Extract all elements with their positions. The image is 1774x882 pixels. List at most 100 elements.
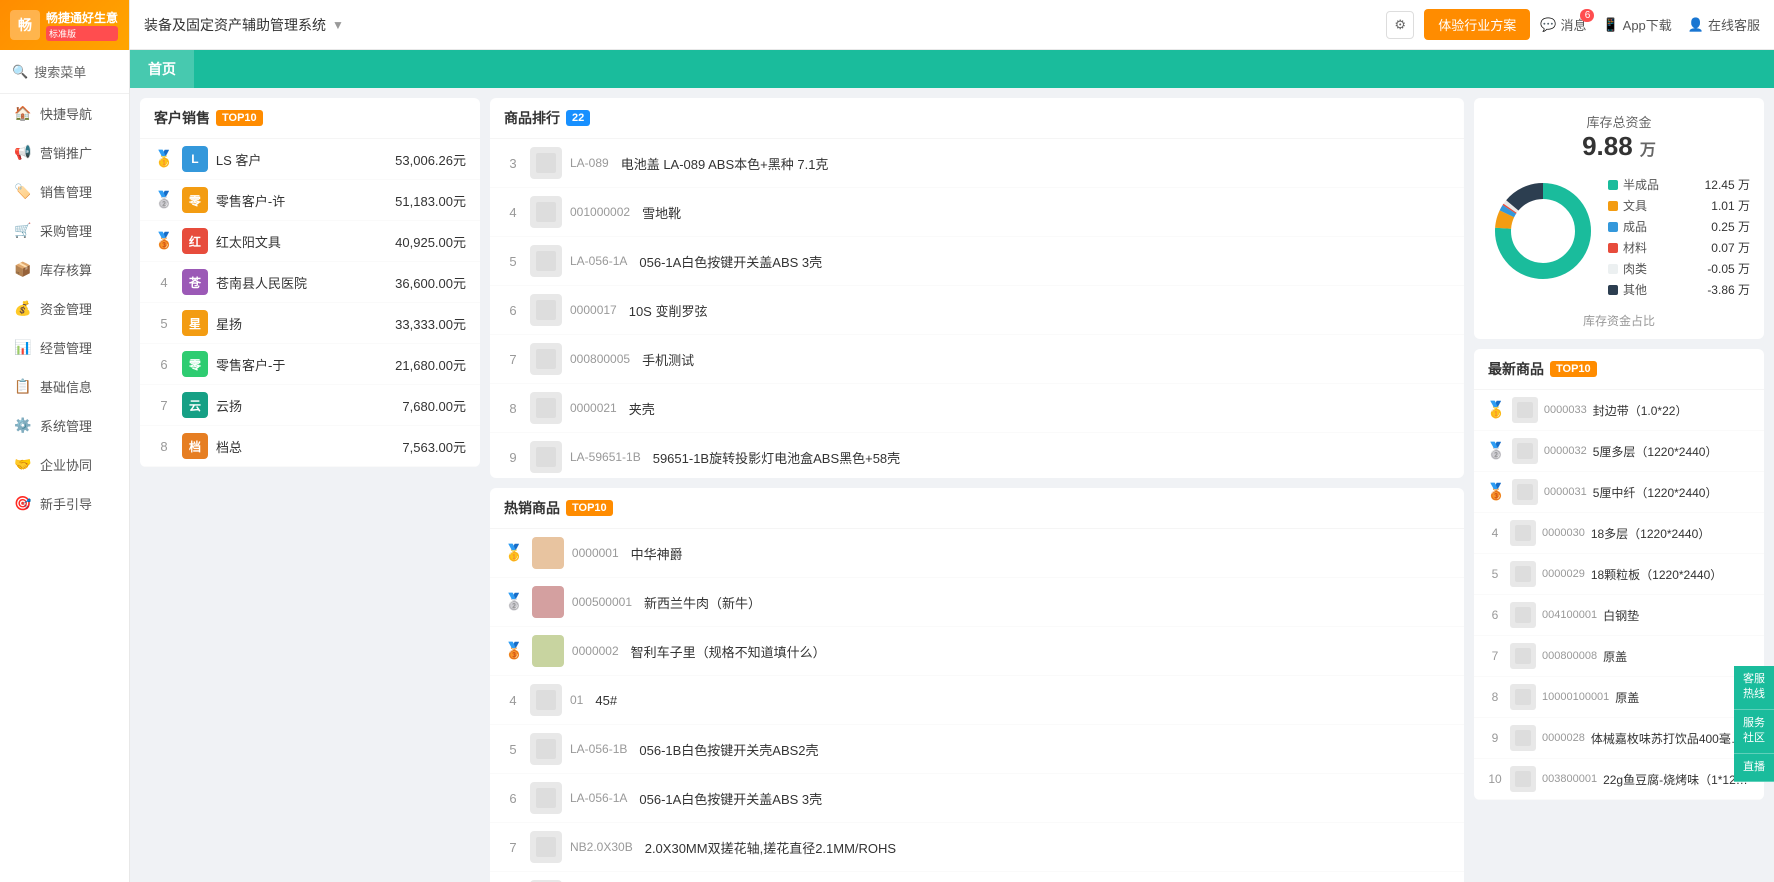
community-button[interactable]: 服务 社区 bbox=[1734, 710, 1774, 754]
sidebar-logo[interactable]: 畅 畅捷通好生意 标准版 bbox=[0, 0, 129, 50]
list-item[interactable]: 🥇 0000001 中华神爵 bbox=[490, 529, 1464, 578]
rank-number: 3 bbox=[504, 156, 522, 171]
table-row[interactable]: 6 零 零售客户-于 21,680.00元 bbox=[140, 344, 480, 385]
online-service-button[interactable]: 👤 在线客服 bbox=[1688, 15, 1760, 34]
live-button[interactable]: 直播 bbox=[1734, 754, 1774, 782]
product-thumb bbox=[1510, 602, 1536, 628]
list-item[interactable]: 5 LA-056-1A 056-1A白色按键开关盖ABS 3壳 bbox=[490, 237, 1464, 286]
list-item[interactable]: 🥈 0000032 5厘多层（1220*2440） bbox=[1474, 431, 1764, 472]
purchase-label: 采购管理 bbox=[40, 221, 92, 240]
list-item[interactable]: 5 LA-056-1B 056-1B白色按键开关壳ABS2壳 bbox=[490, 725, 1464, 774]
quicknav-label: 快捷导航 bbox=[40, 104, 92, 123]
sidebar-item-guide[interactable]: 🎯 新手引导 bbox=[0, 484, 129, 523]
product-thumb bbox=[530, 196, 562, 228]
system-dropdown-arrow[interactable]: ▼ bbox=[332, 18, 344, 32]
sidebar-item-quicknav[interactable]: 🏠 快捷导航 bbox=[0, 94, 129, 133]
avatar: 云 bbox=[182, 392, 208, 418]
list-item[interactable]: 3 LA-089 电池盖 LA-089 ABS本色+黑种 7.1克 bbox=[490, 139, 1464, 188]
list-item[interactable]: 7 000800005 手机测试 bbox=[490, 335, 1464, 384]
product-code: 01 bbox=[570, 693, 583, 707]
product-name: 5厘中纤（1220*2440） bbox=[1593, 484, 1752, 501]
list-item[interactable]: 8 0000011 12070519-xs bbox=[490, 872, 1464, 882]
sidebar-item-operations[interactable]: 📊 经营管理 bbox=[0, 328, 129, 367]
inventory-value-num: 9.88 bbox=[1582, 131, 1633, 161]
table-row[interactable]: 8 档 档总 7,563.00元 bbox=[140, 426, 480, 467]
table-row[interactable]: 7 云 云扬 7,680.00元 bbox=[140, 385, 480, 426]
operations-label: 经营管理 bbox=[40, 338, 92, 357]
inventory-icon: 📦 bbox=[14, 261, 32, 279]
list-item[interactable]: 10 003800001 22g鱼豆腐-烧烤味（1*12*20） bbox=[1474, 759, 1764, 800]
table-row[interactable]: 5 星 星扬 33,333.00元 bbox=[140, 303, 480, 344]
app-download-label: App下载 bbox=[1623, 15, 1672, 34]
rank-number: 9 bbox=[1486, 731, 1504, 745]
list-item[interactable]: 7 000800008 原盖 bbox=[1474, 636, 1764, 677]
list-item[interactable]: 9 0000028 体械嘉枚味苏打饮品400毫升（1*15） bbox=[1474, 718, 1764, 759]
list-item[interactable]: 4 01 45# bbox=[490, 676, 1464, 725]
product-code: 000800005 bbox=[570, 352, 630, 366]
list-item[interactable]: 🥉 0000002 智利车子里（规格不知道填什么） bbox=[490, 627, 1464, 676]
product-code: 0000033 bbox=[1544, 404, 1587, 416]
customer-name: LS 客户 bbox=[216, 150, 387, 169]
customer-amount: 53,006.26元 bbox=[395, 150, 466, 169]
operations-icon: 📊 bbox=[14, 339, 32, 357]
list-item[interactable]: 6 LA-056-1A 056-1A白色按键开关盖ABS 3壳 bbox=[490, 774, 1464, 823]
messages-button[interactable]: 💬 消息 6 bbox=[1540, 15, 1586, 34]
rank-medal: 🥉 bbox=[154, 231, 174, 251]
list-item[interactable]: 8 10000100001 原盖 bbox=[1474, 677, 1764, 718]
rank-number: 5 bbox=[504, 254, 522, 269]
sidebar-item-sales[interactable]: 🏷️ 销售管理 bbox=[0, 172, 129, 211]
list-item[interactable]: 7 NB2.0X30B 2.0X30MM双搓花轴,搓花直径2.1MM/ROHS bbox=[490, 823, 1464, 872]
product-code: 0000017 bbox=[570, 303, 617, 317]
mid-product-list: 3 LA-089 电池盖 LA-089 ABS本色+黑种 7.1克 4 0010… bbox=[490, 139, 1464, 478]
legend-name: 成品 bbox=[1623, 218, 1647, 235]
sidebar-item-finance[interactable]: 💰 资金管理 bbox=[0, 289, 129, 328]
product-thumb bbox=[530, 392, 562, 424]
product-code: LA-056-1A bbox=[570, 791, 627, 805]
sidebar-item-base[interactable]: 📋 基础信息 bbox=[0, 367, 129, 406]
rank-number: 4 bbox=[1486, 526, 1504, 540]
rank-medal: 🥈 bbox=[504, 592, 524, 612]
table-row[interactable]: 🥉 红 红太阳文具 40,925.00元 bbox=[140, 221, 480, 262]
list-item[interactable]: 9 LA-59651-1B 59651-1B旋转投影灯电池盒ABS黑色+58壳 bbox=[490, 433, 1464, 478]
legend-item: 材料 0.07 万 bbox=[1608, 239, 1750, 256]
legend-value: 1.01 万 bbox=[1711, 197, 1750, 214]
app-download-button[interactable]: 📱 App下载 bbox=[1602, 15, 1671, 34]
product-name: 夹壳 bbox=[629, 399, 1450, 418]
sidebar-item-enterprise[interactable]: 🤝 企业协同 bbox=[0, 445, 129, 484]
product-name: 电池盖 LA-089 ABS本色+黑种 7.1克 bbox=[621, 154, 1450, 173]
rank-medal: 🥇 bbox=[504, 543, 524, 563]
table-row[interactable]: 4 苍 苍南县人民医院 36,600.00元 bbox=[140, 262, 480, 303]
list-item[interactable]: 4 001000002 雪地靴 bbox=[490, 188, 1464, 237]
table-row[interactable]: 🥈 零 零售客户-许 51,183.00元 bbox=[140, 180, 480, 221]
sidebar-item-system[interactable]: ⚙️ 系统管理 bbox=[0, 406, 129, 445]
customer-amount: 33,333.00元 bbox=[395, 314, 466, 333]
tab-home[interactable]: 首页 bbox=[130, 50, 194, 88]
list-item[interactable]: 4 0000030 18多层（1220*2440） bbox=[1474, 513, 1764, 554]
list-item[interactable]: 5 0000029 18颗粒板（1220*2440） bbox=[1474, 554, 1764, 595]
customer-service-button[interactable]: 客服 热线 bbox=[1734, 666, 1774, 710]
product-thumb bbox=[530, 294, 562, 326]
rank-medal: 🥇 bbox=[1486, 400, 1506, 420]
sales-label: 销售管理 bbox=[40, 182, 92, 201]
trial-button[interactable]: 体验行业方案 bbox=[1424, 9, 1530, 40]
list-item[interactable]: 🥇 0000033 封边带（1.0*22） bbox=[1474, 390, 1764, 431]
product-thumb bbox=[530, 831, 562, 863]
hot-products-title: 热销商品 bbox=[504, 498, 560, 518]
list-item[interactable]: 🥉 0000031 5厘中纤（1220*2440） bbox=[1474, 472, 1764, 513]
search-menu-button[interactable]: 🔍 搜索菜单 bbox=[8, 58, 121, 85]
product-thumb bbox=[1510, 725, 1536, 751]
list-item[interactable]: 🥈 000500001 新西兰牛肉（新牛） bbox=[490, 578, 1464, 627]
sidebar-item-marketing[interactable]: 📢 营销推广 bbox=[0, 133, 129, 172]
legend-dot bbox=[1608, 222, 1618, 232]
list-item[interactable]: 6 004100001 白钢垫 bbox=[1474, 595, 1764, 636]
sidebar-item-inventory[interactable]: 📦 库存核算 bbox=[0, 250, 129, 289]
product-code: 0000029 bbox=[1542, 568, 1585, 580]
list-item[interactable]: 6 0000017 10S 变削罗弦 bbox=[490, 286, 1464, 335]
list-item[interactable]: 8 0000021 夹壳 bbox=[490, 384, 1464, 433]
table-row[interactable]: 🥇 L LS 客户 53,006.26元 bbox=[140, 139, 480, 180]
app-name: 畅捷通好生意 bbox=[46, 9, 118, 26]
product-name: 18颗粒板（1220*2440） bbox=[1591, 566, 1752, 583]
sidebar-item-purchase[interactable]: 🛒 采购管理 bbox=[0, 211, 129, 250]
customer-name: 档总 bbox=[216, 437, 394, 456]
settings-button[interactable]: ⚙ bbox=[1386, 11, 1414, 39]
